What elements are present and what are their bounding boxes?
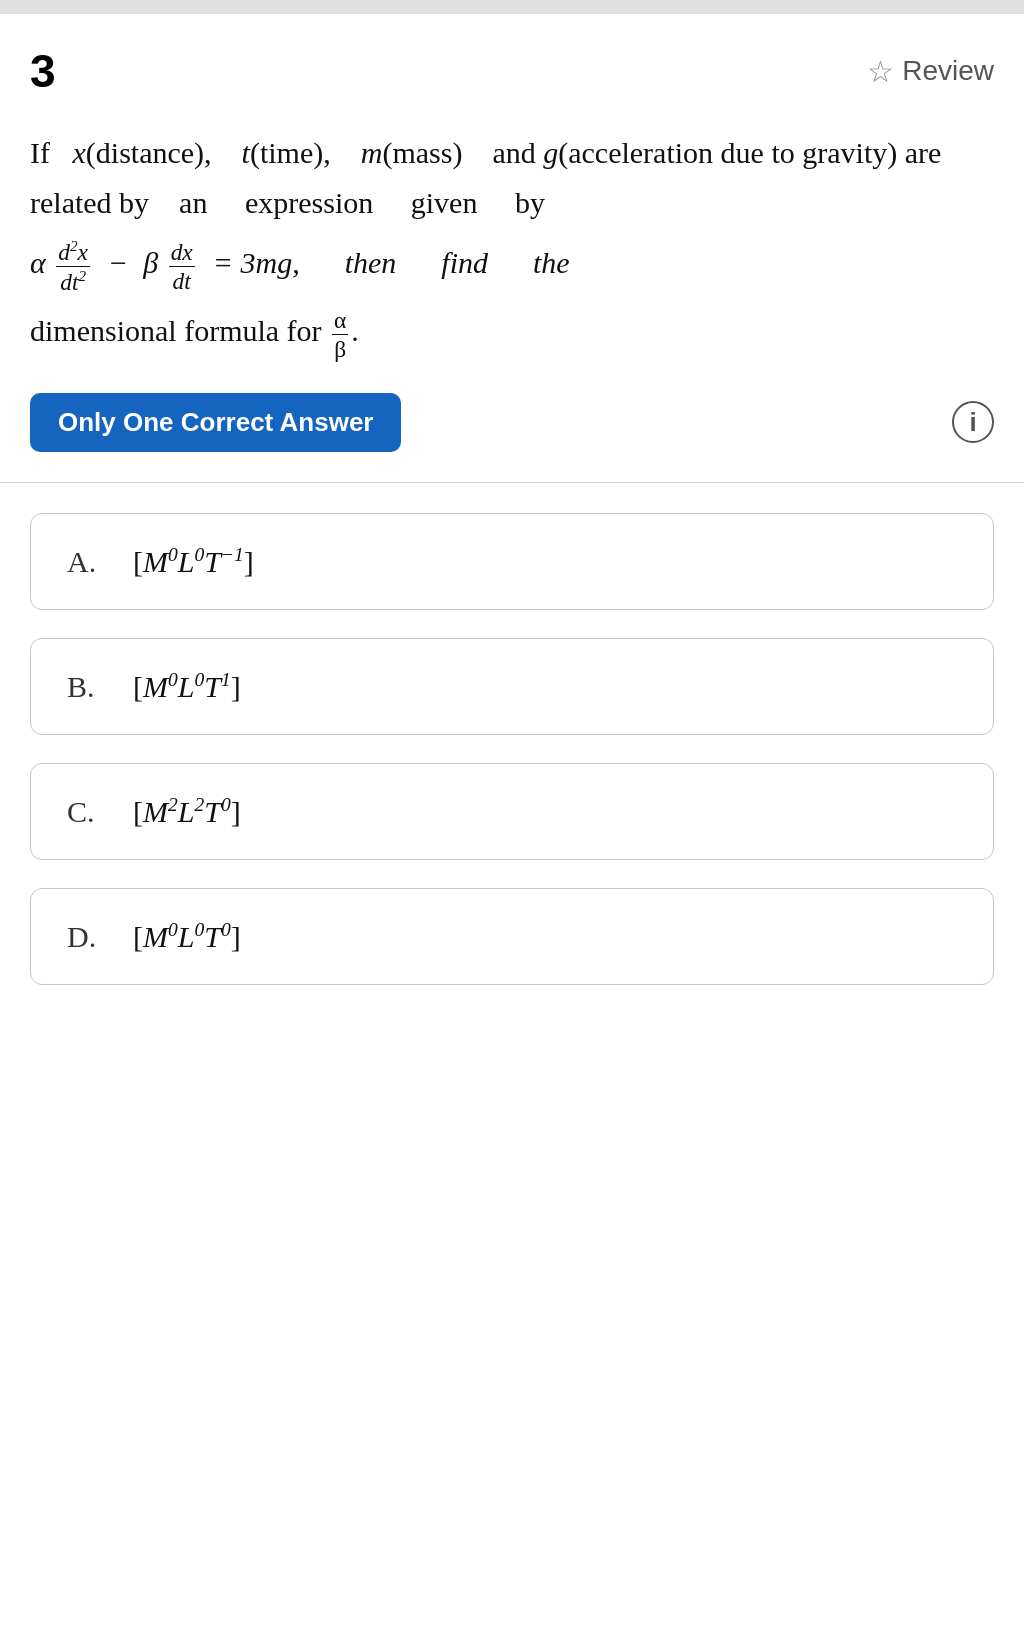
option-A[interactable]: A. [M0L0T−1]: [30, 513, 994, 610]
equation: α d2x dt2 − β dx dt = 3mg, then find the: [30, 237, 994, 296]
option-C[interactable]: C. [M2L2T0]: [30, 763, 994, 860]
option-A-text: [M0L0T−1]: [133, 544, 254, 579]
option-A-label: A.: [67, 545, 103, 579]
only-one-correct-badge: Only One Correct Answer: [30, 393, 401, 452]
fraction-alpha-beta: α β: [332, 306, 348, 363]
options-container: A. [M0L0T−1] B. [M0L0T1] C. [M2L2T0] D. …: [0, 493, 1024, 1005]
header-row: 3 ☆ Review: [0, 14, 1024, 118]
option-C-label: C.: [67, 795, 103, 829]
option-B-text: [M0L0T1]: [133, 669, 241, 704]
info-icon[interactable]: i: [952, 401, 994, 443]
option-D-text: [M0L0T0]: [133, 919, 241, 954]
question-number: 3: [30, 44, 56, 98]
question-body: If x(distance), t(time), m(mass) and g(a…: [0, 118, 1024, 383]
fraction-dx-dt: dx dt: [169, 238, 195, 295]
option-C-text: [M2L2T0]: [133, 794, 241, 829]
star-icon: ☆: [867, 54, 894, 89]
question-text: If x(distance), t(time), m(mass) and g(a…: [30, 128, 994, 227]
option-D-label: D.: [67, 920, 103, 954]
page: 3 ☆ Review If x(distance), t(time), m(ma…: [0, 0, 1024, 1626]
top-bar: [0, 0, 1024, 14]
review-label: Review: [902, 55, 994, 87]
option-B[interactable]: B. [M0L0T1]: [30, 638, 994, 735]
option-B-label: B.: [67, 670, 103, 704]
fraction-d2x-dt2: d2x dt2: [56, 237, 90, 296]
review-button[interactable]: ☆ Review: [867, 54, 994, 89]
option-D[interactable]: D. [M0L0T0]: [30, 888, 994, 985]
badge-row: Only One Correct Answer i: [0, 383, 1024, 472]
divider: [0, 482, 1024, 484]
question-tail: dimensional formula for α β .: [30, 306, 994, 363]
